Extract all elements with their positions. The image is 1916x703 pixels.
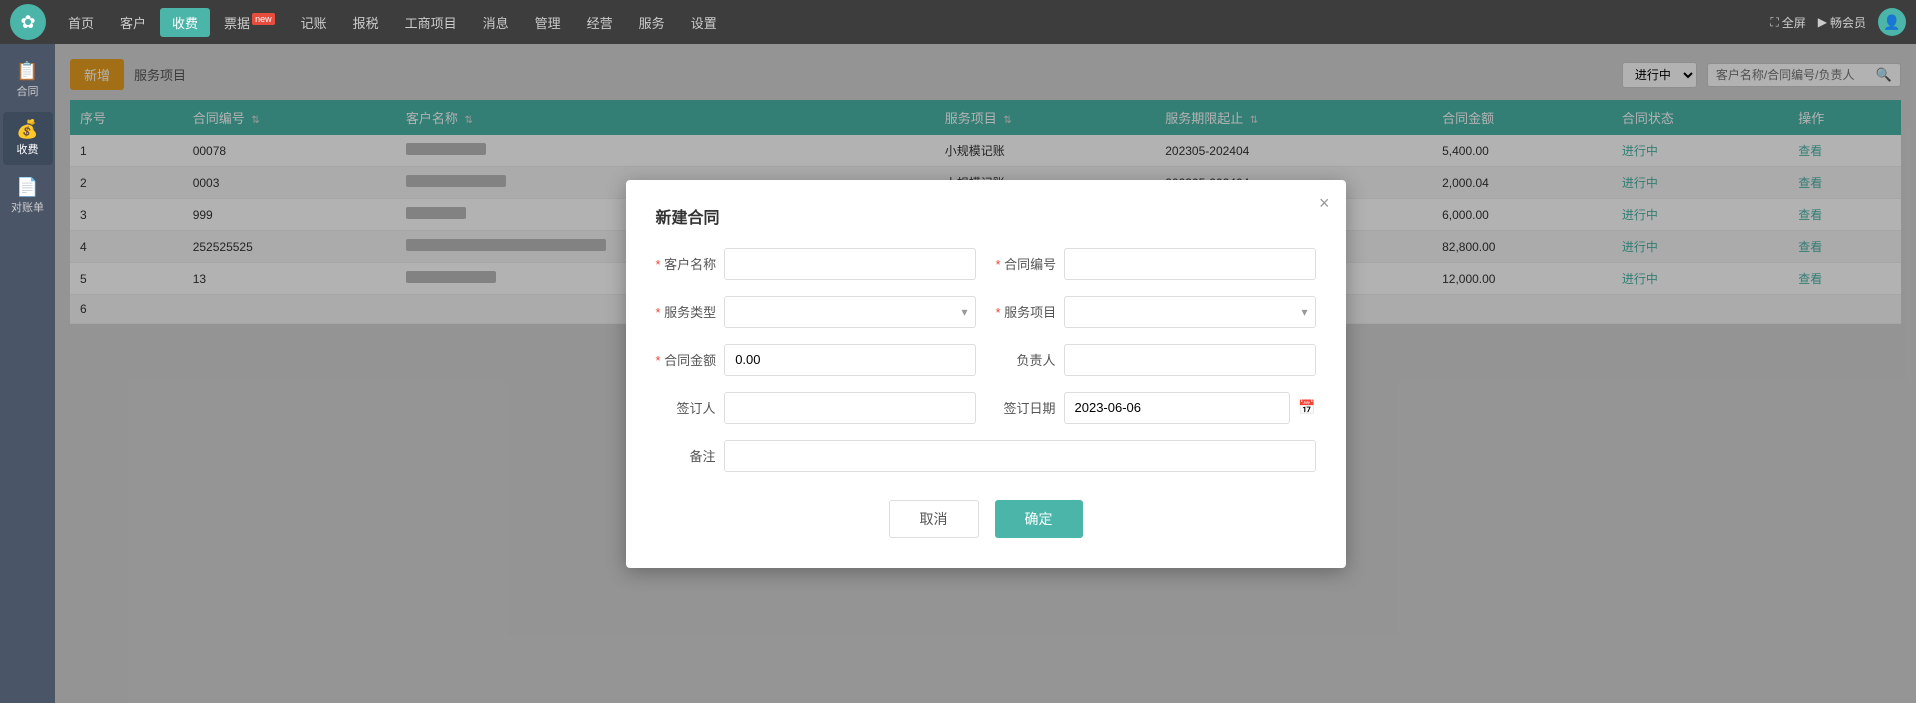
- modal-title: 新建合同: [656, 204, 1316, 228]
- nav-menu: 首页 客户 收费 票据new 记账 报税 工商项目 消息 管理 经营 服务 设置: [56, 8, 1770, 37]
- sidebar: 📋 合同 💰 收费 📄 对账单: [0, 44, 55, 703]
- contract-no-label: 合同编号: [996, 254, 1057, 273]
- responsible-person-input[interactable]: [1064, 344, 1316, 376]
- signer-row: 签订人: [656, 392, 976, 424]
- contract-amount-label: 合同金额: [656, 350, 717, 369]
- service-type-label: 服务类型: [656, 302, 717, 321]
- nav-item-manage[interactable]: 管理: [523, 8, 573, 37]
- sidebar-item-statement[interactable]: 📄 对账单: [3, 170, 53, 223]
- remarks-input[interactable]: [724, 440, 1316, 472]
- fullscreen-icon: ⛶: [1770, 15, 1778, 30]
- sign-date-row: 签订日期 2023-06-06 📅: [996, 392, 1316, 424]
- member-button[interactable]: ▶ 畅会员: [1818, 14, 1866, 31]
- responsible-person-row: 负责人: [996, 344, 1316, 376]
- calendar-icon[interactable]: 📅: [1298, 399, 1315, 416]
- new-contract-modal: 新建合同 × 客户名称 合同编号 服务类型: [626, 180, 1346, 568]
- play-icon: ▶: [1818, 15, 1827, 29]
- nav-item-tax[interactable]: 报税: [341, 8, 391, 37]
- top-navigation: ✿ 首页 客户 收费 票据new 记账 报税 工商项目 消息 管理 经营 服务 …: [0, 0, 1916, 44]
- fullscreen-button[interactable]: ⛶ 全屏: [1770, 14, 1805, 31]
- remarks-label: 备注: [656, 446, 716, 465]
- cancel-button[interactable]: 取消: [889, 500, 979, 538]
- avatar[interactable]: 👤: [1878, 8, 1906, 36]
- contract-amount-input[interactable]: 0.00: [724, 344, 975, 376]
- nav-item-settings[interactable]: 设置: [679, 8, 729, 37]
- sign-date-input[interactable]: 2023-06-06: [1064, 392, 1291, 424]
- contract-icon: 📋: [16, 62, 38, 80]
- form-grid: 客户名称 合同编号 服务类型: [656, 248, 1316, 472]
- service-item-select[interactable]: [1064, 296, 1315, 328]
- customer-name-input[interactable]: [724, 248, 975, 280]
- sidebar-item-charge[interactable]: 💰 收费: [3, 112, 53, 165]
- service-item-row: 服务项目: [996, 296, 1316, 328]
- service-type-row: 服务类型: [656, 296, 976, 328]
- nav-item-bookkeeping[interactable]: 记账: [289, 8, 339, 37]
- modal-close-button[interactable]: ×: [1319, 194, 1330, 212]
- service-type-select[interactable]: [724, 296, 975, 328]
- app-logo[interactable]: ✿: [10, 4, 46, 40]
- main-content: 新增 服务项目 进行中 已完成 全部 🔍 序号 合同编号 ⇅: [55, 44, 1916, 703]
- responsible-person-label: 负责人: [996, 350, 1056, 369]
- nav-item-ticket[interactable]: 票据new: [212, 8, 287, 37]
- signer-label: 签订人: [656, 398, 716, 417]
- nav-item-customer[interactable]: 客户: [108, 8, 158, 37]
- contract-amount-row: 合同金额 0.00: [656, 344, 976, 376]
- modal-overlay: 新建合同 × 客户名称 合同编号 服务类型: [55, 44, 1916, 703]
- sign-date-label: 签订日期: [996, 398, 1056, 417]
- contract-no-row: 合同编号: [996, 248, 1316, 280]
- remarks-row: 备注: [656, 440, 1316, 472]
- nav-item-home[interactable]: 首页: [56, 8, 106, 37]
- nav-item-service[interactable]: 服务: [627, 8, 677, 37]
- nav-right-area: ⛶ 全屏 ▶ 畅会员 👤: [1770, 8, 1906, 36]
- service-type-select-wrap: [724, 296, 975, 328]
- modal-footer: 取消 确定: [656, 500, 1316, 538]
- service-item-select-wrap: [1064, 296, 1315, 328]
- nav-item-biz[interactable]: 工商项目: [393, 8, 469, 37]
- charge-icon: 💰: [16, 120, 38, 138]
- service-item-label: 服务项目: [996, 302, 1057, 321]
- main-layout: 📋 合同 💰 收费 📄 对账单 新增 服务项目 进行中 已完成 全部 🔍: [0, 44, 1916, 703]
- sidebar-item-contract[interactable]: 📋 合同: [3, 54, 53, 107]
- confirm-button[interactable]: 确定: [995, 500, 1083, 538]
- nav-item-charge[interactable]: 收费: [160, 8, 210, 37]
- customer-name-row: 客户名称: [656, 248, 976, 280]
- statement-icon: 📄: [16, 178, 38, 196]
- new-badge: new: [252, 13, 275, 25]
- contract-no-input[interactable]: [1064, 248, 1315, 280]
- nav-item-operation[interactable]: 经营: [575, 8, 625, 37]
- customer-name-label: 客户名称: [656, 254, 717, 273]
- signer-input[interactable]: [724, 392, 976, 424]
- nav-item-message[interactable]: 消息: [471, 8, 521, 37]
